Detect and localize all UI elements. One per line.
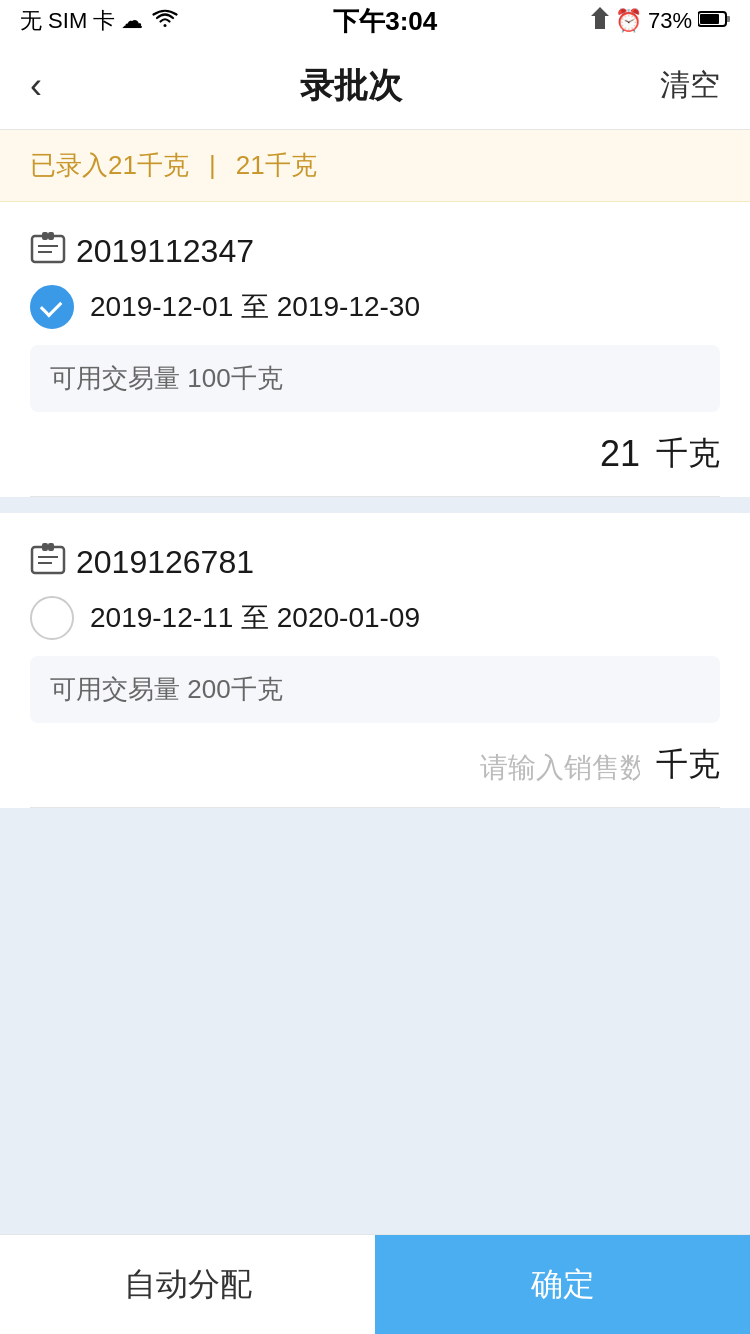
svg-rect-2 xyxy=(700,14,719,24)
status-time: 下午3:04 xyxy=(333,4,437,39)
batch-2-qty-input[interactable] xyxy=(480,744,640,786)
batch-2-date-row: 2019-12-11 至 2020-01-09 xyxy=(30,596,720,640)
batch-1-availability: 可用交易量 100千克 xyxy=(30,345,720,412)
back-button[interactable]: ‹ xyxy=(30,65,42,107)
empty-area xyxy=(0,808,750,1268)
batch-1-date-row: 2019-12-01 至 2019-12-30 xyxy=(30,285,720,329)
svg-rect-9 xyxy=(42,543,48,551)
svg-rect-10 xyxy=(48,543,54,551)
clear-button[interactable]: 清空 xyxy=(660,65,720,106)
nav-bar: ‹ 录批次 清空 xyxy=(0,42,750,130)
page-title: 录批次 xyxy=(300,63,402,109)
batch-1-date: 2019-12-01 至 2019-12-30 xyxy=(90,288,420,326)
batch-2-id: 2019126781 xyxy=(76,544,254,581)
summary-amount: 21千克 xyxy=(236,148,317,183)
section-divider-1 xyxy=(0,497,750,513)
batch-1-header: 2019112347 xyxy=(30,232,720,271)
battery-icon xyxy=(698,8,730,34)
batch-2-radio[interactable] xyxy=(30,596,74,640)
bottom-bar: 自动分配 确定 xyxy=(0,1234,750,1334)
batch-2-header: 2019126781 xyxy=(30,543,720,582)
batch-2-date: 2019-12-11 至 2020-01-09 xyxy=(90,599,420,637)
batch-1-icon xyxy=(30,232,66,271)
summary-banner: 已录入21千克 | 21千克 xyxy=(0,130,750,202)
svg-rect-5 xyxy=(48,232,54,240)
wifi-icon xyxy=(151,8,179,34)
status-left: 无 SIM 卡 ☁ xyxy=(20,6,179,36)
batch-1-unit: 千克 xyxy=(656,432,720,476)
batch-item-1: 2019112347 2019-12-01 至 2019-12-30 可用交易量… xyxy=(0,202,750,497)
summary-recorded: 已录入21千克 xyxy=(30,148,189,183)
batch-2-input-row: 千克 xyxy=(0,723,750,807)
location-icon xyxy=(591,7,609,35)
sim-label: 无 SIM 卡 ☁ xyxy=(20,6,143,36)
svg-rect-1 xyxy=(726,16,730,22)
batch-1-input-row: 千克 xyxy=(0,412,750,496)
status-right: ⏰ 73% xyxy=(591,7,730,35)
status-bar: 无 SIM 卡 ☁ 下午3:04 ⏰ 73% xyxy=(0,0,750,42)
summary-divider: | xyxy=(209,150,216,181)
batch-item-2: 2019126781 2019-12-11 至 2020-01-09 可用交易量… xyxy=(0,513,750,808)
batch-2-icon xyxy=(30,543,66,582)
batch-2-unit: 千克 xyxy=(656,743,720,787)
battery-label: 73% xyxy=(648,8,692,34)
confirm-button[interactable]: 确定 xyxy=(375,1235,750,1334)
alarm-icon: ⏰ xyxy=(615,8,642,34)
svg-rect-8 xyxy=(32,547,64,573)
svg-rect-4 xyxy=(42,232,48,240)
batch-1-radio[interactable] xyxy=(30,285,74,329)
batch-1-id: 2019112347 xyxy=(76,233,254,270)
batch-2-availability: 可用交易量 200千克 xyxy=(30,656,720,723)
svg-rect-3 xyxy=(32,236,64,262)
auto-distribute-button[interactable]: 自动分配 xyxy=(0,1235,375,1334)
content-area: 2019112347 2019-12-01 至 2019-12-30 可用交易量… xyxy=(0,202,750,1334)
batch-1-qty-input[interactable] xyxy=(480,433,640,475)
